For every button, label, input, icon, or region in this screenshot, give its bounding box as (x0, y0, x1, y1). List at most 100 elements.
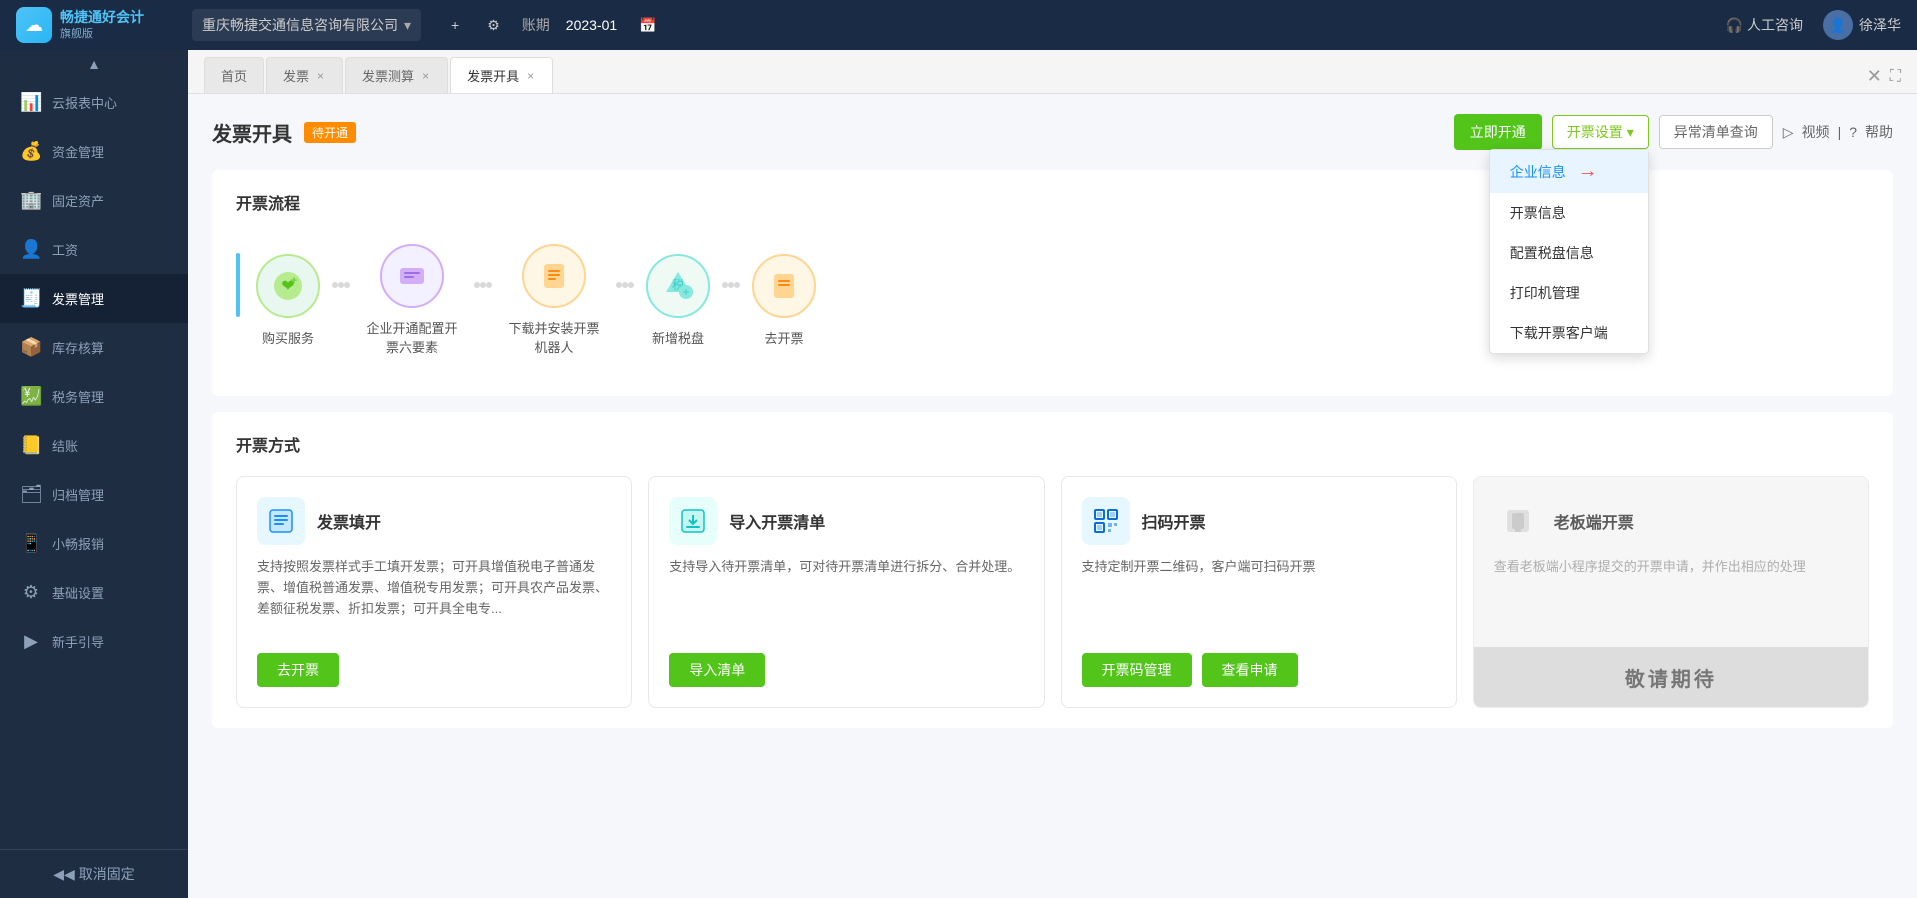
import-actions: 导入清单 (669, 653, 1023, 687)
dropdown-peizhi-label: 配置税盘信息 (1510, 245, 1594, 261)
scan-actions: 开票码管理 查看申请 (1082, 653, 1436, 687)
sidebar-item-yunbao[interactable]: 📊 云报表中心 (0, 78, 188, 127)
tab-fapiao[interactable]: 发票 × (266, 57, 343, 93)
settings-button[interactable]: ⚙ (481, 13, 506, 38)
sidebar-cancel-fix[interactable]: ◀◀ 取消固定 (0, 850, 188, 898)
go-open-button[interactable]: 去开票 (257, 653, 339, 687)
kucun-icon: 📦 (20, 337, 42, 358)
boss-desc: 查看老板端小程序提交的开票申请，并作出相应的处理 (1494, 557, 1848, 637)
avatar-icon: 👤 (1829, 17, 1846, 34)
settings-chevron-icon: ▾ (1627, 124, 1634, 141)
flow-step-open-label: 去开票 (764, 328, 803, 347)
support-button[interactable]: 🎧 人工咨询 (1726, 15, 1803, 35)
tab-fapiao-close[interactable]: × (315, 67, 326, 85)
support-label: 人工咨询 (1747, 15, 1803, 35)
question-icon: ? (1849, 124, 1857, 140)
import-icon (669, 497, 717, 545)
main-area: ▲ 📊 云报表中心 💰 资金管理 🏢 固定资产 👤 工资 🧾 发票管理 (0, 50, 1917, 898)
sidebar-item-jichushezhi[interactable]: ⚙ 基础设置 (0, 568, 188, 617)
zijin-icon: 💰 (20, 141, 42, 162)
method-card-scan: 扫码开票 支持定制开票二维码，客户端可扫码开票 开票码管理 查看申请 (1061, 476, 1457, 708)
sidebar-item-gudingzichan[interactable]: 🏢 固定资产 (0, 176, 188, 225)
app-container: ☁ 畅捷通好会计 旗舰版 重庆畅捷交通信息咨询有限公司 ▾ + ⚙ 账期 202… (0, 0, 1917, 898)
fill-actions: 去开票 (257, 653, 611, 687)
qr-manage-button[interactable]: 开票码管理 (1082, 653, 1192, 687)
company-dropdown-icon: ▾ (404, 17, 411, 34)
help-label[interactable]: 帮助 (1865, 122, 1893, 142)
import-title: 导入开票清单 (729, 509, 825, 533)
view-apply-button[interactable]: 查看申请 (1202, 653, 1298, 687)
settings-button[interactable]: 开票设置 ▾ (1552, 115, 1649, 149)
fill-title: 发票填开 (317, 509, 381, 533)
scan-desc: 支持定制开票二维码，客户端可扫码开票 (1082, 557, 1436, 637)
sidebar-item-xiaochang[interactable]: 📱 小畅报销 (0, 519, 188, 568)
sidebar-item-xiaochang-label: 小畅报销 (52, 534, 104, 553)
calendar-button[interactable]: 📅 (633, 13, 662, 38)
sidebar-item-zijin[interactable]: 💰 资金管理 (0, 127, 188, 176)
flow-connector-4 (710, 282, 752, 288)
sidebar-bottom: ◀◀ 取消固定 (0, 849, 188, 898)
sidebar-item-gongzi[interactable]: 👤 工资 (0, 225, 188, 274)
boss-icon (1494, 497, 1542, 545)
company-selector[interactable]: 重庆畅捷交通信息咨询有限公司 ▾ (192, 9, 421, 41)
sidebar-item-gongzi-label: 工资 (52, 240, 78, 259)
import-list-button[interactable]: 导入清单 (669, 653, 765, 687)
logo-sub: 旗舰版 (60, 25, 144, 41)
sidebar: ▲ 📊 云报表中心 💰 资金管理 🏢 固定资产 👤 工资 🧾 发票管理 (0, 50, 188, 898)
tab-fapiao-cesuan[interactable]: 发票测算 × (345, 57, 448, 93)
user-info[interactable]: 👤 徐泽华 (1823, 10, 1901, 40)
top-right: 🎧 人工咨询 👤 徐泽华 (1726, 10, 1901, 40)
sidebar-item-yunbao-label: 云报表中心 (52, 93, 117, 112)
flow-step-download-icon (522, 244, 586, 308)
activate-button[interactable]: 立即开通 (1454, 114, 1542, 150)
tab-bar-actions: ✕ ⛶ (1867, 66, 1901, 93)
dropdown-item-peizhi[interactable]: 配置税盘信息 (1490, 233, 1648, 273)
sidebar-item-guidang[interactable]: 🗂 归档管理 (0, 470, 188, 519)
logo-text-area: 畅捷通好会计 旗舰版 (60, 9, 144, 42)
sidebar-item-jiezhang[interactable]: 📒 结账 (0, 421, 188, 470)
tab-fapiao-kaiju-close[interactable]: × (525, 67, 536, 85)
fullscreen-button[interactable]: ⛶ (1890, 68, 1901, 86)
flow-step-download-label: 下载并安装开票机器人 (504, 318, 604, 356)
flow-step-buy-label: 购买服务 (262, 328, 314, 347)
dropdown-item-xiazai[interactable]: 下载开票客户端 (1490, 313, 1648, 353)
top-actions: + ⚙ 账期 2023-01 📅 (445, 13, 663, 38)
flow-connector-2 (462, 282, 504, 288)
play-icon: ▷ (1783, 124, 1794, 141)
gongzi-icon: 👤 (20, 239, 42, 260)
sidebar-item-jichushezhi-label: 基础设置 (52, 583, 104, 602)
logo-text: 畅捷通好会计 (60, 9, 144, 26)
guidang-icon: 🗂 (20, 484, 42, 505)
dropdown-item-kaipiao[interactable]: 开票信息 (1490, 193, 1648, 233)
flow-step-config-icon (380, 244, 444, 308)
video-label[interactable]: 视频 (1802, 122, 1830, 142)
xiaochang-icon: 📱 (20, 533, 42, 554)
cancel-fix-label: 取消固定 (79, 864, 135, 884)
tab-fapiao-kaiju[interactable]: 发票开具 × (450, 57, 553, 93)
red-arrow-icon: → (1578, 160, 1598, 182)
sidebar-item-shuiwu[interactable]: 💹 税务管理 (0, 372, 188, 421)
xinshou-icon: ▶ (20, 631, 42, 652)
tab-home-label: 首页 (221, 66, 247, 85)
sidebar-item-kucun-label: 库存核算 (52, 338, 104, 357)
import-desc: 支持导入待开票清单，可对待开票清单进行拆分、合并处理。 (669, 557, 1023, 637)
sidebar-item-fapiao[interactable]: 🧾 发票管理 (0, 274, 188, 323)
boss-overlay-text: 敬请期待 (1625, 663, 1717, 692)
tab-fapiao-cesuan-close[interactable]: × (420, 67, 431, 85)
dropdown-dayinji-label: 打印机管理 (1510, 285, 1580, 301)
fill-desc: 支持按照发票样式手工填开发票；可开具增值税电子普通发票、增值税普通发票、增值税专… (257, 557, 611, 637)
dropdown-item-qiye[interactable]: 企业信息 → (1490, 150, 1648, 193)
page-header: 发票开具 待开通 立即开通 开票设置 ▾ 企业信息 (212, 114, 1893, 150)
sidebar-scroll-up[interactable]: ▲ (0, 50, 188, 78)
tab-home[interactable]: 首页 (204, 57, 264, 93)
sidebar-item-xinshou[interactable]: ▶ 新手引导 (0, 617, 188, 666)
svg-text:+: + (682, 285, 689, 299)
dropdown-item-dayinji[interactable]: 打印机管理 (1490, 273, 1648, 313)
exception-button[interactable]: 异常清单查询 (1659, 115, 1773, 149)
window-close-button[interactable]: ✕ (1867, 66, 1882, 87)
add-button[interactable]: + (445, 13, 465, 37)
sidebar-item-kucun[interactable]: 📦 库存核算 (0, 323, 188, 372)
method-card-import-header: 导入开票清单 (669, 497, 1023, 545)
fapiao-icon: 🧾 (20, 288, 42, 309)
tab-fapiao-label: 发票 (283, 66, 309, 85)
